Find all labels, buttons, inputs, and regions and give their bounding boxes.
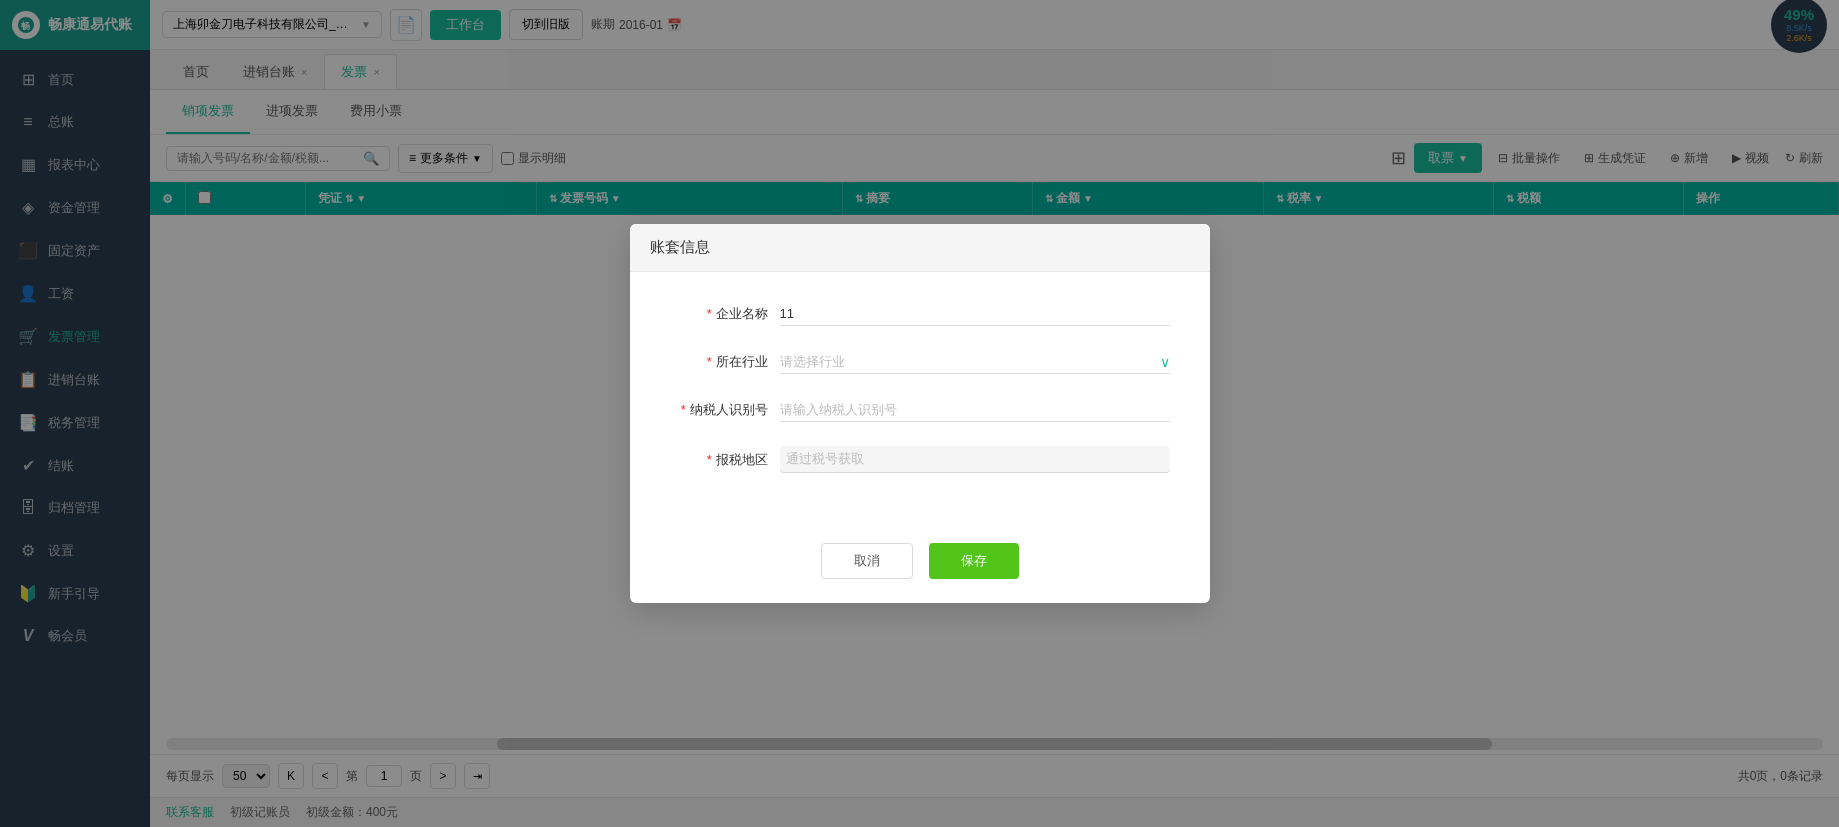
tax-region-row: * 报税地区 通过税号获取 (670, 446, 1170, 473)
account-info-dialog: 账套信息 * 企业名称 * 所在行业 ∨ (630, 224, 1210, 603)
required-mark-4: * (707, 452, 712, 467)
required-mark: * (707, 306, 712, 321)
dialog-footer: 取消 保存 (630, 527, 1210, 603)
tax-id-row: * 纳税人识别号 (670, 398, 1170, 422)
tax-region-display: 通过税号获取 (780, 446, 1170, 473)
company-name-row: * 企业名称 (670, 302, 1170, 326)
industry-select-wrapper[interactable]: ∨ (780, 350, 1170, 374)
dialog-overlay[interactable]: 账套信息 * 企业名称 * 所在行业 ∨ (0, 0, 1839, 827)
industry-dropdown-icon: ∨ (1160, 354, 1170, 370)
tax-id-label: * 纳税人识别号 (670, 401, 780, 419)
required-mark-2: * (707, 354, 712, 369)
tax-id-input[interactable] (780, 398, 1170, 422)
dialog-body: * 企业名称 * 所在行业 ∨ * 纳税人识别号 (630, 272, 1210, 527)
company-name-input[interactable] (780, 302, 1170, 326)
dialog-title: 账套信息 (650, 238, 710, 255)
company-name-label: * 企业名称 (670, 305, 780, 323)
tax-region-label: * 报税地区 (670, 451, 780, 469)
cancel-button[interactable]: 取消 (821, 543, 913, 579)
save-button[interactable]: 保存 (929, 543, 1019, 579)
required-mark-3: * (681, 402, 686, 417)
industry-row: * 所在行业 ∨ (670, 350, 1170, 374)
industry-label: * 所在行业 (670, 353, 780, 371)
industry-input[interactable] (780, 350, 1160, 373)
dialog-header: 账套信息 (630, 224, 1210, 272)
